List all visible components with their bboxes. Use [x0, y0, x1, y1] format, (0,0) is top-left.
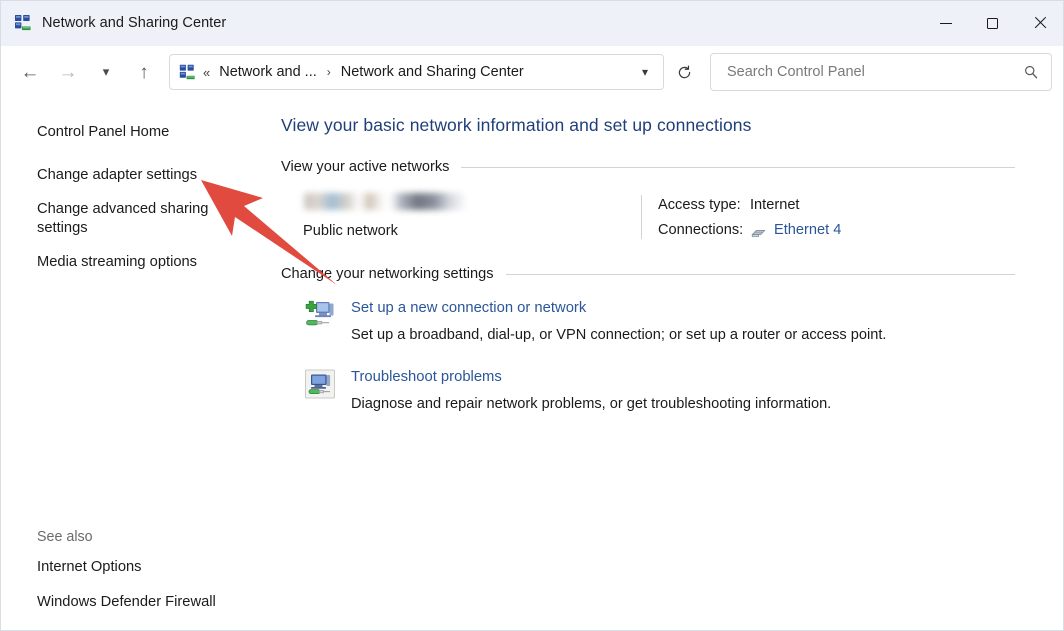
search-icon: [1023, 64, 1039, 80]
task-setup-new-connection[interactable]: Set up a new connection or network Set u…: [281, 298, 1063, 345]
task-description-troubleshoot-problems: Diagnose and repair network problems, or…: [351, 394, 831, 414]
networking-settings-section-header: Change your networking settings: [281, 266, 1063, 282]
maximize-button[interactable]: [969, 1, 1016, 45]
active-network-details: Access type: Internet Connections:: [642, 193, 1015, 243]
sidebar-item-control-panel-home[interactable]: Control Panel Home: [1, 120, 264, 145]
task-troubleshoot-problems[interactable]: Troubleshoot problems Diagnose and repai…: [281, 367, 1063, 414]
section-divider-2: [506, 274, 1015, 275]
sidebar-gap-3: [1, 241, 277, 250]
see-also-item-windows-defender-firewall[interactable]: Windows Defender Firewall: [1, 585, 264, 620]
section-divider: [461, 167, 1015, 168]
back-button[interactable]: ←: [11, 55, 49, 89]
maximize-icon: [987, 18, 998, 29]
breadcrumb-overflow-icon[interactable]: «: [203, 65, 210, 80]
task-title-troubleshoot-problems[interactable]: Troubleshoot problems: [351, 367, 831, 387]
address-bar[interactable]: « Network and ... › Network and Sharing …: [169, 54, 664, 90]
window-controls: [922, 1, 1063, 45]
network-type: Public network: [303, 223, 641, 239]
new-connection-icon: [303, 298, 337, 332]
content-area: Control Panel Home Change adapter settin…: [1, 98, 1063, 631]
access-type-label: Access type:: [658, 193, 750, 218]
chevron-down-icon: ▾: [103, 64, 110, 80]
refresh-button[interactable]: [666, 55, 702, 89]
address-dropdown-button[interactable]: ▾: [631, 57, 659, 87]
search-box[interactable]: [710, 53, 1052, 91]
breadcrumb-parent[interactable]: Network and ...: [216, 62, 320, 82]
network-sharing-center-window: Network and Sharing Center ← → ▾ ↑: [0, 0, 1064, 631]
breadcrumb-current[interactable]: Network and Sharing Center: [338, 62, 527, 82]
active-network-identity: Public network: [281, 193, 641, 243]
forward-arrow-icon: →: [59, 63, 78, 82]
connections-value-link[interactable]: Ethernet 4: [774, 218, 841, 243]
control-panel-icon: [179, 64, 196, 81]
troubleshoot-icon: [303, 367, 337, 401]
sidebar-item-media-streaming-options[interactable]: Media streaming options: [1, 250, 264, 275]
page-title: View your basic network information and …: [281, 98, 1063, 136]
sidebar-gap-2: [1, 188, 277, 197]
title-bar: Network and Sharing Center: [1, 1, 1063, 46]
networking-settings-label: Change your networking settings: [281, 266, 494, 282]
see-also-title: See also: [1, 525, 277, 550]
task-description-setup-new-connection: Set up a broadband, dial-up, or VPN conn…: [351, 325, 886, 345]
breadcrumb-separator-icon: ›: [327, 65, 331, 79]
minimize-icon: [940, 23, 952, 24]
close-icon: [1033, 16, 1047, 30]
network-name-redacted: [304, 193, 467, 210]
task-title-setup-new-connection[interactable]: Set up a new connection or network: [351, 298, 886, 318]
window-title: Network and Sharing Center: [42, 15, 226, 31]
connections-row: Connections: Ethernet 4: [658, 218, 1015, 243]
sidebar-item-change-advanced-sharing-settings[interactable]: Change advanced sharing settings: [1, 197, 264, 241]
task-text-block: Set up a new connection or network Set u…: [351, 298, 886, 345]
up-arrow-icon: ↑: [139, 63, 149, 82]
close-button[interactable]: [1016, 1, 1063, 45]
active-networks-section-header: View your active networks: [281, 159, 1063, 175]
up-button[interactable]: ↑: [125, 55, 163, 89]
recent-locations-button[interactable]: ▾: [87, 55, 125, 89]
sidebar-gap: [1, 145, 277, 163]
active-network-row: Public network Access type: Internet Con…: [281, 193, 1063, 243]
sidebar: Control Panel Home Change adapter settin…: [1, 98, 277, 631]
see-also-section: See also Internet Options Windows Defend…: [1, 525, 277, 620]
see-also-item-internet-options[interactable]: Internet Options: [1, 550, 264, 585]
navigation-bar: ← → ▾ ↑ «: [1, 46, 1063, 98]
access-type-row: Access type: Internet: [658, 193, 1015, 218]
minimize-button[interactable]: [922, 1, 969, 45]
search-input[interactable]: [725, 63, 1023, 81]
ethernet-adapter-icon: [750, 224, 767, 238]
access-type-value: Internet: [750, 193, 800, 218]
network-sharing-icon: [14, 14, 32, 32]
connections-label: Connections:: [658, 218, 750, 243]
main-pane: View your basic network information and …: [277, 98, 1063, 631]
back-arrow-icon: ←: [21, 63, 40, 82]
sidebar-item-change-adapter-settings[interactable]: Change adapter settings: [1, 163, 264, 188]
task-text-block-2: Troubleshoot problems Diagnose and repai…: [351, 367, 831, 414]
active-networks-label: View your active networks: [281, 159, 449, 175]
refresh-icon: [676, 64, 693, 81]
forward-button[interactable]: →: [49, 55, 87, 89]
